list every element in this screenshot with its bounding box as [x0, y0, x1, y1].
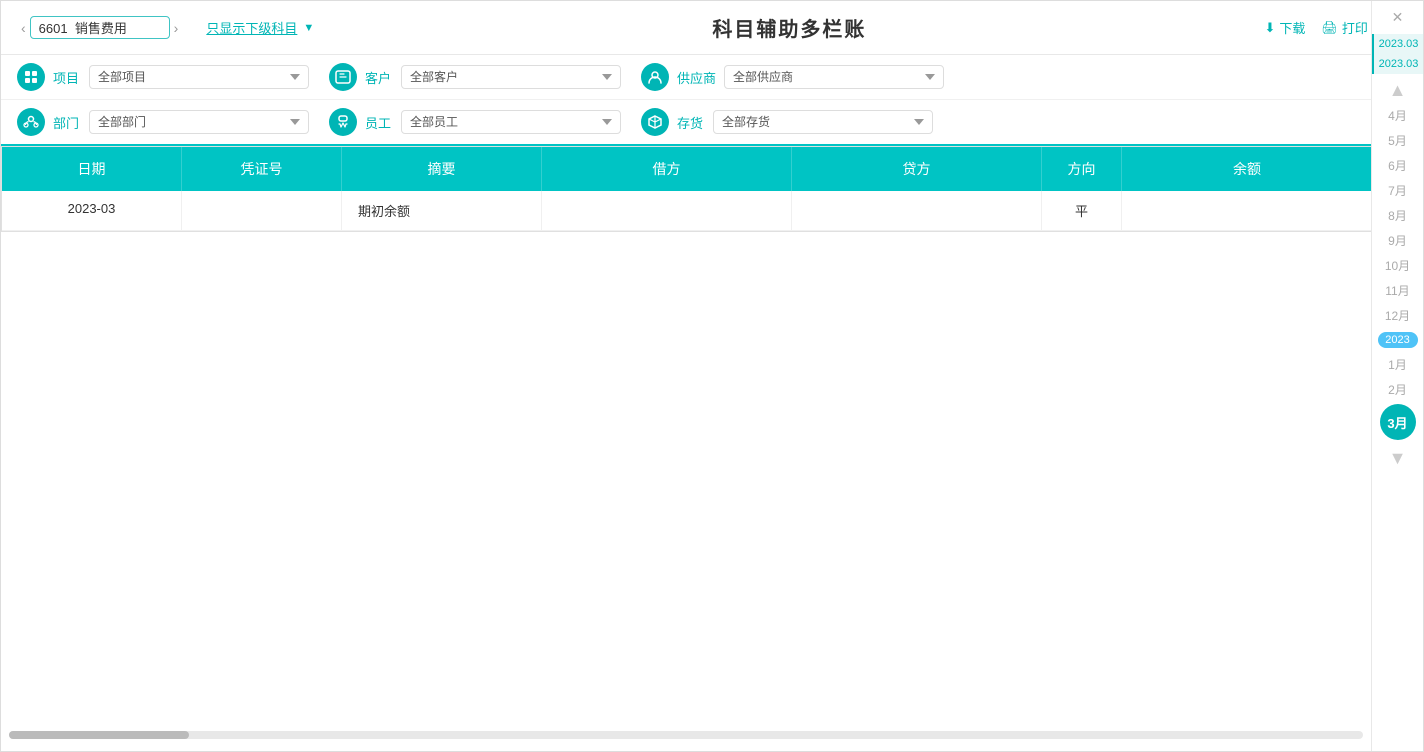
data-table: 日期 凭证号 摘要 借方 贷方 方向 余额 2023-03 期初余额 平 [1, 146, 1373, 232]
horizontal-scrollbar[interactable] [9, 731, 1363, 739]
employee-select[interactable]: 全部员工 [401, 110, 621, 134]
month-7[interactable]: 7月 [1372, 178, 1423, 203]
year-badge-2023[interactable]: 2023 [1378, 332, 1418, 348]
customer-select[interactable]: 全部客户 [401, 65, 621, 89]
col-voucher: 凭证号 [182, 147, 342, 191]
customer-label: 客户 [365, 68, 393, 87]
month-5[interactable]: 5月 [1372, 128, 1423, 153]
month-10[interactable]: 10月 [1372, 253, 1423, 278]
month-9[interactable]: 9月 [1372, 228, 1423, 253]
main-window: ‹ › 只显示下级科目 ▼ 科目辅助多栏账 ⬇ 下载 🖨 打印 ✕ [0, 0, 1424, 752]
department-label: 部门 [53, 113, 81, 132]
month-1[interactable]: 1月 [1372, 352, 1423, 377]
header: ‹ › 只显示下级科目 ▼ 科目辅助多栏账 ⬇ 下载 🖨 打印 ✕ [1, 1, 1423, 55]
print-label: 打印 [1342, 18, 1368, 37]
month-12[interactable]: 12月 [1372, 303, 1423, 328]
cell-credit [792, 191, 1042, 230]
filter-row-2: 部门 全部部门 员工 全部员工 存货 全部存货 [1, 100, 1423, 146]
scrollbar-thumb[interactable] [9, 731, 189, 739]
filter-dropdown[interactable]: 只显示下级科目 ▼ [206, 18, 314, 37]
employee-label: 员工 [365, 113, 393, 132]
supplier-select[interactable]: 全部供应商 [724, 65, 944, 89]
cell-direction: 平 [1042, 191, 1122, 230]
print-button[interactable]: 🖨 打印 [1321, 18, 1368, 37]
account-input[interactable] [30, 16, 170, 39]
filter-customer: 客户 全部客户 [329, 63, 621, 91]
cell-balance [1122, 191, 1372, 230]
table-body: 2023-03 期初余额 平 [2, 191, 1372, 231]
download-button[interactable]: ⬇ 下载 [1264, 18, 1305, 37]
inventory-icon [641, 108, 669, 136]
cell-date: 2023-03 [2, 191, 182, 230]
inventory-select[interactable]: 全部存货 [713, 110, 933, 134]
active-month-3[interactable]: 3月 [1380, 404, 1416, 440]
col-date: 日期 [2, 147, 182, 191]
right-panel-close-button[interactable]: ✕ [1388, 1, 1408, 34]
cell-debit [542, 191, 792, 230]
month-11[interactable]: 11月 [1372, 278, 1423, 303]
supplier-label: 供应商 [677, 68, 716, 87]
customer-icon [329, 63, 357, 91]
account-code-area [30, 16, 170, 39]
col-balance: 余额 [1122, 147, 1372, 191]
department-select[interactable]: 全部部门 [89, 110, 309, 134]
scroll-up-button[interactable]: ▲ [1387, 78, 1409, 103]
filter-supplier: 供应商 全部供应商 [641, 63, 944, 91]
selected-period-2[interactable]: 2023.03 [1372, 54, 1423, 74]
cell-summary: 期初余额 [342, 191, 542, 230]
project-label: 项目 [53, 68, 81, 87]
project-select[interactable]: 全部项目 [89, 65, 309, 89]
filter-department: 部门 全部部门 [17, 108, 309, 136]
table-row: 2023-03 期初余额 平 [2, 191, 1372, 231]
project-icon [17, 63, 45, 91]
department-icon [17, 108, 45, 136]
scroll-down-button[interactable]: ▼ [1387, 446, 1409, 471]
filter-employee: 员工 全部员工 [329, 108, 621, 136]
month-4[interactable]: 4月 [1372, 103, 1423, 128]
table-header: 日期 凭证号 摘要 借方 贷方 方向 余额 [2, 147, 1372, 191]
selected-period-1[interactable]: 2023.03 [1372, 34, 1423, 54]
table-area: 日期 凭证号 摘要 借方 贷方 方向 余额 2023-03 期初余额 平 [1, 146, 1373, 232]
supplier-icon [641, 63, 669, 91]
next-account-button[interactable]: › [170, 18, 183, 38]
month-2[interactable]: 2月 [1372, 377, 1423, 402]
employee-icon [329, 108, 357, 136]
col-debit: 借方 [542, 147, 792, 191]
filter-project: 项目 全部项目 [17, 63, 309, 91]
filter-dropdown-label: 只显示下级科目 [206, 18, 297, 37]
month-8[interactable]: 8月 [1372, 203, 1423, 228]
col-direction: 方向 [1042, 147, 1122, 191]
page-title: 科目辅助多栏账 [314, 13, 1264, 42]
filter-row-1: 项目 全部项目 客户 全部客户 供应商 全部供应商 [1, 55, 1423, 100]
cell-voucher [182, 191, 342, 230]
print-icon: 🖨 [1321, 20, 1338, 36]
prev-account-button[interactable]: ‹ [17, 18, 30, 38]
inventory-label: 存货 [677, 113, 705, 132]
download-icon: ⬇ [1264, 20, 1275, 36]
col-credit: 贷方 [792, 147, 1042, 191]
filter-inventory: 存货 全部存货 [641, 108, 933, 136]
col-summary: 摘要 [342, 147, 542, 191]
month-6[interactable]: 6月 [1372, 153, 1423, 178]
right-panel: ✕ 2023.03 2023.03 ▲ 4月 5月 6月 7月 8月 9月 10… [1371, 1, 1423, 752]
download-label: 下载 [1279, 18, 1305, 37]
chevron-down-icon: ▼ [303, 22, 314, 34]
